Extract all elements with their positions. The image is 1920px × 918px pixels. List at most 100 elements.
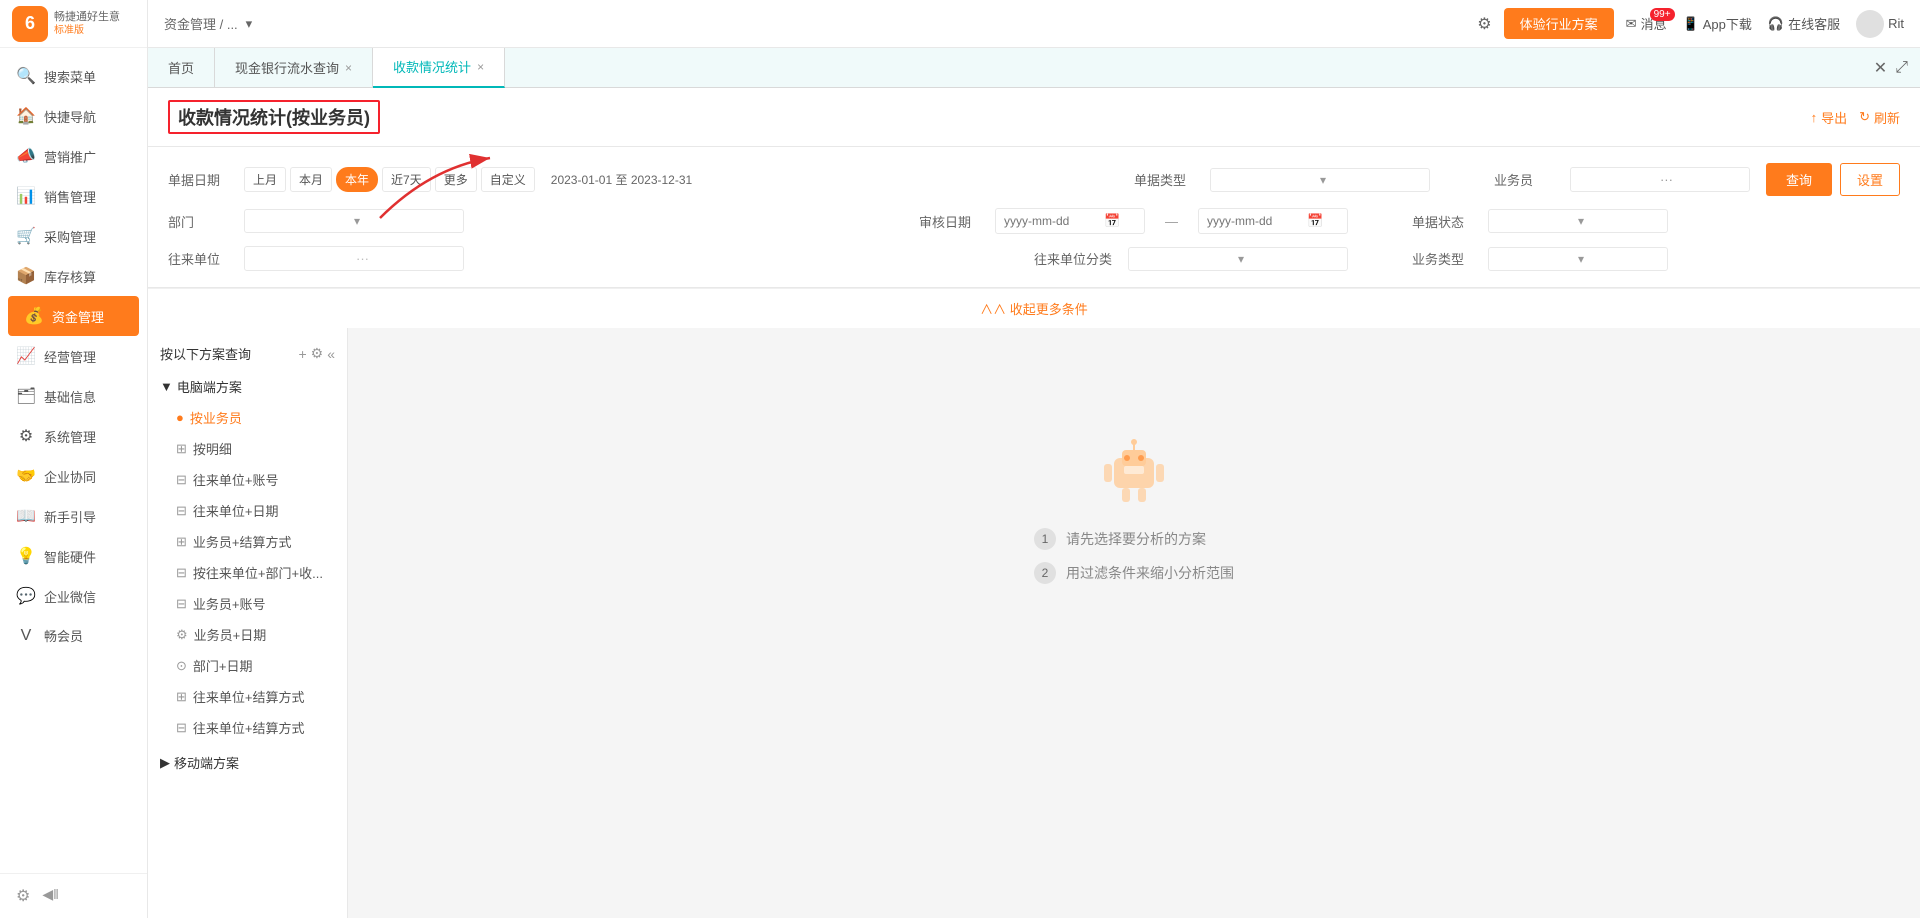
scheme-item-按明细[interactable]: ⊞按明细	[148, 433, 347, 464]
scheme-item-业务员+账号[interactable]: ⊟业务员+账号	[148, 588, 347, 619]
business-type-select[interactable]: ▾	[1488, 247, 1668, 271]
calendar-icon: 📅	[1104, 213, 1120, 229]
scheme-item-业务员+结算方式[interactable]: ⊞业务员+结算方式	[148, 526, 347, 557]
counterpart-label: 往来单位	[168, 249, 228, 268]
messages-button[interactable]: ✉ 消息 99+	[1626, 14, 1667, 33]
audit-date-label: 审核日期	[919, 212, 979, 231]
topbar: 资金管理 / ... ▾ ⚙ 体验行业方案 ✉ 消息 99+ 📱 App下载 🎧…	[148, 0, 1920, 48]
date-btn-更多[interactable]: 更多	[435, 167, 477, 192]
sidebar-settings-icon[interactable]: ⚙	[16, 886, 30, 906]
right-content: 1 请先选择要分析的方案 2 用过滤条件来缩小分析范围	[348, 328, 1920, 918]
tabbar-expand-btn[interactable]: ⤢	[1895, 59, 1908, 77]
date-btn-自定义[interactable]: 自定义	[481, 167, 535, 192]
sidebar-label-warehouse: 库存核算	[44, 267, 96, 286]
tab-bank[interactable]: 现金银行流水查询×	[215, 48, 373, 88]
scheme-item-icon: ⊙	[176, 658, 187, 674]
sidebar-item-purchase[interactable]: 🛒采购管理	[0, 216, 147, 256]
member-icon: V	[16, 627, 36, 645]
scheme-item-icon: ●	[176, 410, 184, 425]
date-btn-近7天[interactable]: 近7天	[382, 167, 431, 192]
user-avatar[interactable]: Rit	[1856, 10, 1904, 38]
sidebar-item-operations[interactable]: 📈经营管理	[0, 336, 147, 376]
tab-collection[interactable]: 收款情况统计 ×	[373, 48, 505, 88]
scheme-setting-icon[interactable]: ⚙	[311, 345, 324, 362]
breadcrumb-dropdown-icon[interactable]: ▾	[246, 16, 253, 32]
salesman-dots: ···	[1660, 172, 1741, 187]
salesman-label: 业务员	[1494, 170, 1554, 189]
sidebar-item-system[interactable]: ⚙系统管理	[0, 416, 147, 456]
scheme-item-往来单位+日期[interactable]: ⊟往来单位+日期	[148, 495, 347, 526]
date-btn-本年[interactable]: 本年	[336, 167, 378, 192]
filter-actions: 查询 设置	[1766, 163, 1900, 196]
date-btn-本月[interactable]: 本月	[290, 167, 332, 192]
operations-icon: 📈	[16, 346, 36, 366]
refresh-button[interactable]: ↻ 刷新	[1859, 108, 1900, 127]
scheme-item-按业务员[interactable]: ●按业务员	[148, 402, 347, 433]
audit-date-start-input[interactable]	[1004, 214, 1104, 228]
message-icon: ✉	[1626, 16, 1637, 32]
scheme-item-部门+日期[interactable]: ⊙部门+日期	[148, 650, 347, 681]
scheme-group-移动端方案: ▶移动端方案	[148, 747, 347, 778]
tabbar-close-btn[interactable]: ✕	[1874, 58, 1887, 78]
dept-label: 部门	[168, 212, 228, 231]
audit-date-end[interactable]: 📅	[1198, 208, 1348, 234]
tabbar-actions: ✕⤢	[1874, 58, 1920, 78]
tab-home[interactable]: 首页	[148, 48, 215, 88]
empty-hint: 1 请先选择要分析的方案 2 用过滤条件来缩小分析范围	[1034, 428, 1234, 584]
sidebar-item-quicknav[interactable]: 🏠快捷导航	[0, 96, 147, 136]
tab-close-bank[interactable]: ×	[345, 61, 352, 75]
sidebar-logo: 6 畅捷通好生意 标准版	[0, 0, 147, 48]
app-download-button[interactable]: 📱 App下载	[1683, 14, 1752, 33]
setting-button[interactable]: 设置	[1840, 163, 1900, 196]
sidebar-item-hardware[interactable]: 💡智能硬件	[0, 536, 147, 576]
hint-step-2: 2 用过滤条件来缩小分析范围	[1034, 562, 1234, 584]
scheme-item-往来单位+结算方式[interactable]: ⊞往来单位+结算方式	[148, 681, 347, 712]
audit-date-start[interactable]: 📅	[995, 208, 1145, 234]
trial-button[interactable]: 体验行业方案	[1504, 8, 1614, 39]
query-button[interactable]: 查询	[1766, 163, 1832, 196]
sidebar-label-member: 畅会员	[44, 626, 83, 645]
export-button[interactable]: ↑ 导出	[1811, 108, 1848, 127]
scheme-item-业务员+日期[interactable]: ⚙业务员+日期	[148, 619, 347, 650]
sidebar-item-marketing[interactable]: 📣营销推广	[0, 136, 147, 176]
sidebar-item-guide[interactable]: 📖新手引导	[0, 496, 147, 536]
audit-date-end-input[interactable]	[1207, 214, 1307, 228]
sidebar-item-search[interactable]: 🔍搜索菜单	[0, 56, 147, 96]
counterpart-select[interactable]: ···	[244, 246, 464, 271]
voucher-type-select[interactable]: ▾	[1210, 168, 1430, 192]
tab-close-collection[interactable]: ×	[477, 60, 484, 74]
sidebar-collapse-icon[interactable]: ◀‖	[42, 886, 59, 906]
scheme-group-电脑端方案: ▼电脑端方案●按业务员⊞按明细⊟往来单位+账号⊟往来单位+日期⊞业务员+结算方式…	[148, 371, 347, 743]
scheme-add-icon[interactable]: +	[298, 346, 306, 362]
sidebar-item-finance[interactable]: 💰资金管理	[8, 296, 139, 336]
sidebar-item-corp[interactable]: 🤝企业协同	[0, 456, 147, 496]
online-service-button[interactable]: 🎧 在线客服	[1768, 14, 1840, 33]
date-range-text: 2023-01-01 至 2023-12-31	[551, 171, 692, 188]
dept-arrow: ▾	[354, 214, 455, 228]
date-btn-上月[interactable]: 上月	[244, 167, 286, 192]
scheme-item-label: 按明细	[193, 439, 232, 458]
sidebar: 6 畅捷通好生意 标准版 🔍搜索菜单🏠快捷导航📣营销推广📊销售管理🛒采购管理📦库…	[0, 0, 148, 918]
scheme-collapse-icon[interactable]: «	[327, 346, 335, 362]
step-num-2: 2	[1034, 562, 1056, 584]
dept-select[interactable]: ▾	[244, 209, 464, 233]
sidebar-item-member[interactable]: V 畅会员	[0, 616, 147, 655]
sidebar-item-warehouse[interactable]: 📦库存核算	[0, 256, 147, 296]
scheme-group-title-移动端方案[interactable]: ▶移动端方案	[148, 747, 347, 778]
sidebar-label-finance: 资金管理	[52, 307, 104, 326]
salesman-select[interactable]: ···	[1570, 167, 1750, 192]
corp-icon: 🤝	[16, 466, 36, 486]
counterpart-category-select[interactable]: ▾	[1128, 247, 1348, 271]
scheme-item-icon: ⊟	[176, 565, 187, 581]
scheme-item-按往来单位+部门+收...[interactable]: ⊟按往来单位+部门+收...	[148, 557, 347, 588]
sidebar-item-sales[interactable]: 📊销售管理	[0, 176, 147, 216]
sidebar-item-basicinfo[interactable]: 🗂基础信息	[0, 376, 147, 416]
scheme-item-往来单位+账号[interactable]: ⊟往来单位+账号	[148, 464, 347, 495]
scheme-item-往来单位+结算方式[interactable]: ⊟往来单位+结算方式	[148, 712, 347, 743]
topbar-settings-icon[interactable]: ⚙	[1477, 14, 1491, 34]
voucher-status-select[interactable]: ▾	[1488, 209, 1668, 233]
tab-label-collection: 收款情况统计	[393, 57, 471, 76]
sidebar-item-wechat[interactable]: 💬企业微信	[0, 576, 147, 616]
collapse-more-button[interactable]: ∧∧ 收起更多条件	[148, 288, 1920, 328]
scheme-group-title-电脑端方案[interactable]: ▼电脑端方案	[148, 371, 347, 402]
